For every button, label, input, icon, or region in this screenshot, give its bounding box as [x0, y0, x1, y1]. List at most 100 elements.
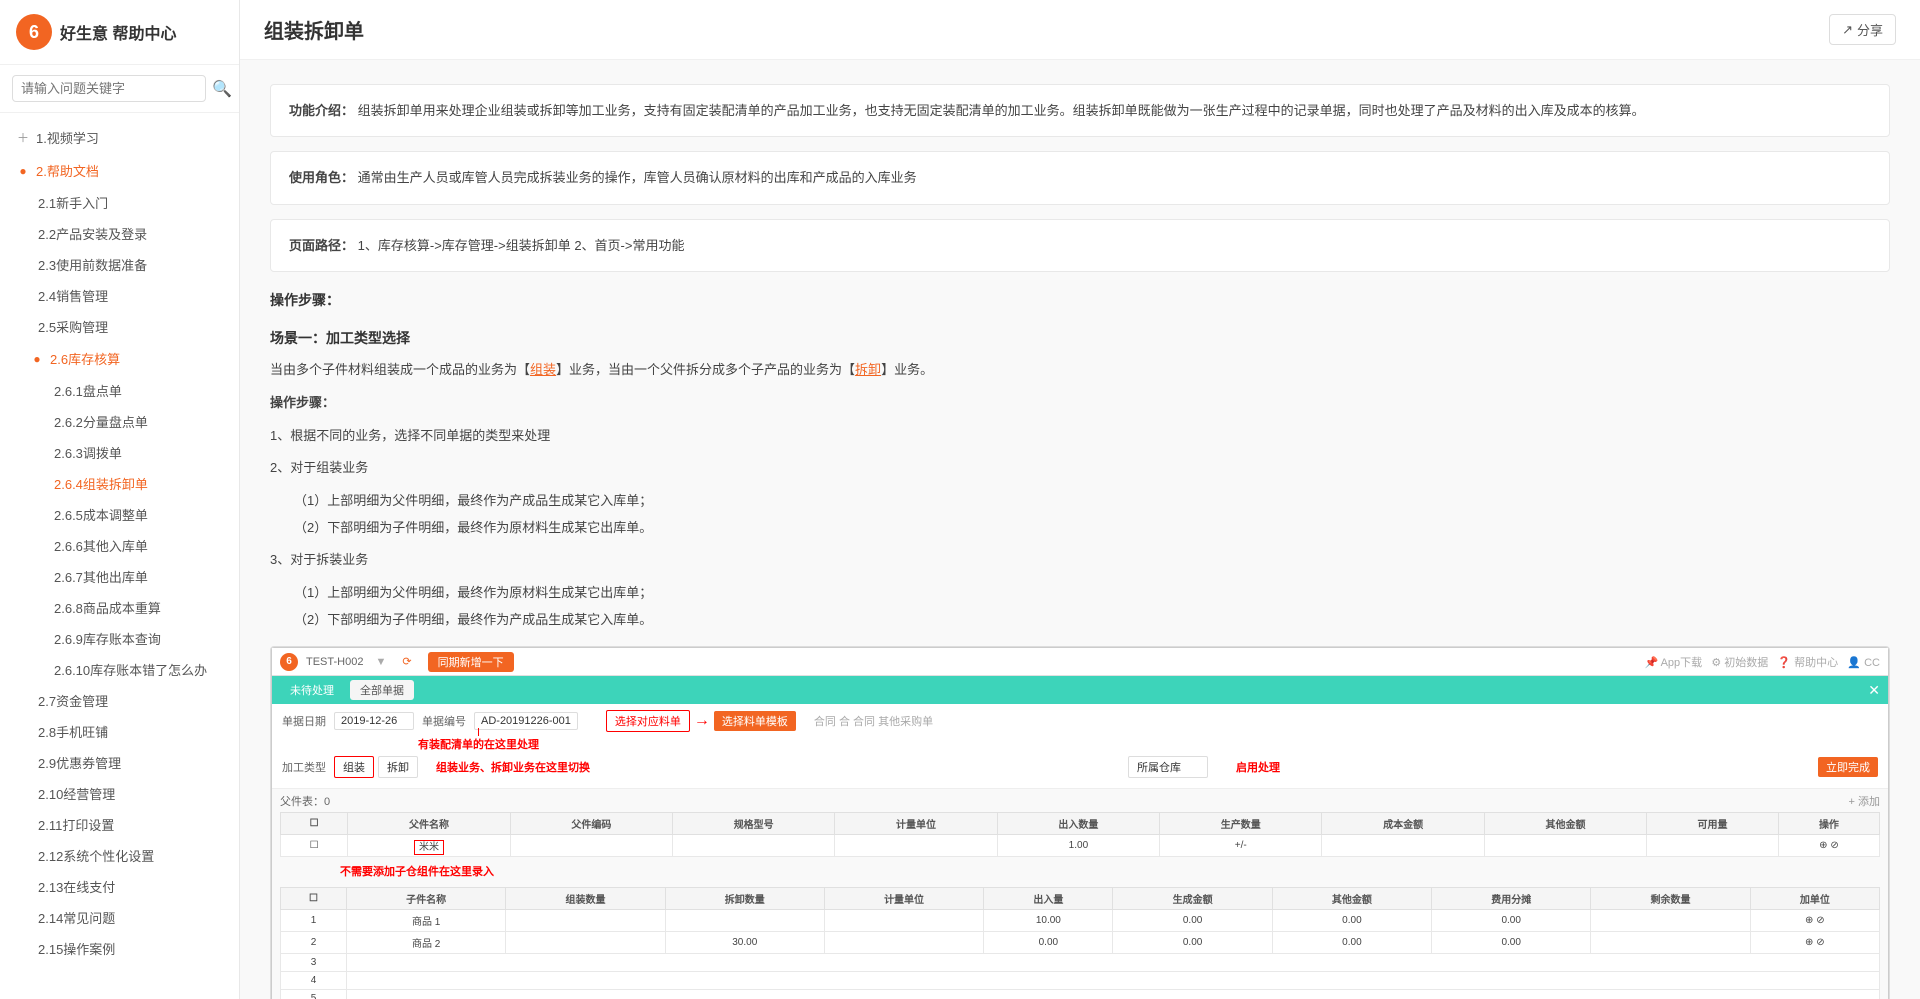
sidebar-item-mobile[interactable]: 2.8手机旺铺 — [0, 716, 239, 747]
sidebar-item-videos[interactable]: ＋ 1.视频学习 — [0, 121, 239, 154]
step2-sub1: （1）上部明细为父件明细，最终作为产成品生成某它入库单； — [294, 489, 1890, 514]
sidebar-item-transfer[interactable]: 2.6.3调拨单 — [0, 437, 239, 468]
path-label: 页面路径： — [289, 238, 354, 253]
app-refresh-icon: ⟳ — [402, 655, 411, 668]
annotation1-bubble: 选择对应料单 — [606, 710, 690, 732]
cell-check[interactable]: ☐ — [281, 835, 348, 857]
sidebar-item-inventory-query[interactable]: 2.6.9库存账本查询 — [0, 623, 239, 654]
cell-check-c5[interactable]: 5 — [281, 990, 347, 999]
cell-check-c2[interactable]: 2 — [281, 932, 347, 954]
col-assemble-qty: 组装数量 — [506, 888, 665, 910]
sidebar-item-cases[interactable]: 2.15操作案例 — [0, 933, 239, 964]
sidebar-item-install[interactable]: 2.2产品安装及登录 — [0, 218, 239, 249]
sidebar-item-print[interactable]: 2.11打印设置 — [0, 809, 239, 840]
link-disassemble[interactable]: 拆卸 — [855, 362, 881, 377]
cell-check-c1[interactable]: 1 — [281, 910, 347, 932]
col-alloc: 费用分摊 — [1432, 888, 1591, 910]
col-action-c: 加单位 — [1750, 888, 1879, 910]
cell-alloc1: 0.00 — [1432, 910, 1591, 932]
sidebar-item-partial-stocktake[interactable]: 2.6.2分量盘点单 — [0, 406, 239, 437]
role-label: 使用角色： — [289, 170, 354, 185]
confirm-btn[interactable]: 立即完成 — [1818, 757, 1878, 777]
scene-one-desc: 当由多个子件材料组装成一个成品的业务为【组装】业务，当由一个父件拆分成多个子产品… — [270, 358, 1890, 383]
col-check-c: ☐ — [281, 888, 347, 910]
link-assemble[interactable]: 组装 — [530, 362, 556, 377]
cell-name-box: 米米 — [414, 840, 444, 855]
cell-cost — [1322, 835, 1484, 857]
table-row: 1 商品 1 10.00 0.00 0.00 0.00 ⊕ ⊘ — [281, 910, 1880, 932]
sidebar-item-operations[interactable]: 2.10经营管理 — [0, 778, 239, 809]
annotation4-text: 不需要添加子仓组件在这里录入 — [340, 866, 494, 878]
sidebar-item-payment[interactable]: 2.13在线支付 — [0, 871, 239, 902]
search-area: 🔍 — [0, 65, 239, 113]
sidebar-item-inventory[interactable]: ● 2.6库存核算 — [0, 342, 239, 375]
sidebar-item-newbie[interactable]: 2.1新手入门 — [0, 187, 239, 218]
col-other: 其他金额 — [1484, 813, 1646, 835]
col-in-out: 出入量 — [984, 888, 1113, 910]
sidebar-item-other-in[interactable]: 2.6.6其他入库单 — [0, 530, 239, 561]
sidebar-item-finance[interactable]: 2.7资金管理 — [0, 685, 239, 716]
close-icon[interactable]: ✕ — [1868, 682, 1880, 699]
nav-tree: ＋ 1.视频学习 ● 2.帮助文档 2.1新手入门 2.2产品安装及登录 2.3… — [0, 113, 239, 999]
sidebar-item-stocktake[interactable]: 2.6.1盘点单 — [0, 375, 239, 406]
scene-one-title: 场景一：加工类型选择 — [270, 328, 1890, 348]
share-icon: ↗ — [1842, 22, 1853, 38]
warehouse-field[interactable]: 所属仓库 — [1128, 756, 1208, 778]
path-block: 页面路径： 1、库存核算->库存管理->组装拆卸单 2、首页->常用功能 — [270, 219, 1890, 272]
feature-intro-text: 组装拆卸单用来处理企业组装或拆卸等加工业务，支持有固定装配清单的产品加工业务，也… — [358, 103, 1645, 118]
annotation2-text: 组装业务、拆卸业务在这里切换 — [436, 759, 590, 775]
share-button[interactable]: ↗ 分享 — [1829, 14, 1896, 45]
ops-steps-label: 操作步骤： — [270, 391, 1890, 416]
cell-ops: ⊕ ⊘ — [1778, 835, 1879, 857]
no-field[interactable]: AD-20191226-001 — [474, 712, 578, 730]
select-template-btn[interactable]: 选择料单模板 — [714, 711, 796, 731]
cell-in-out2: 0.00 — [984, 932, 1113, 954]
sidebar-item-sales[interactable]: 2.4销售管理 — [0, 280, 239, 311]
path-text: 1、库存核算->库存管理->组装拆卸单 2、首页->常用功能 — [358, 238, 685, 253]
expand-icon: ＋ — [16, 131, 30, 145]
col-cost: 成本金额 — [1322, 813, 1484, 835]
date-field[interactable]: 2019-12-26 — [334, 712, 414, 730]
type-assemble[interactable]: 组装 — [334, 756, 374, 778]
app-screenshot: 6 TEST-H002 ▼ ⟳ 同期新增一下 📌 App下载 ⚙ 初始数据 ❓ … — [271, 647, 1889, 999]
search-input[interactable] — [12, 75, 206, 102]
cell-empty4 — [347, 972, 1880, 990]
step2-sub2: （2）下部明细为子件明细，最终作为原材料生成某它出库单。 — [294, 516, 1890, 541]
app-new-order-btn[interactable]: 同期新增一下 — [428, 652, 514, 672]
step3-text: 3、对于拆装业务 — [270, 548, 1890, 573]
app-action-icons: 合同 合 合同 其他采购单 — [814, 713, 933, 729]
sidebar-item-personalize[interactable]: 2.12系统个性化设置 — [0, 840, 239, 871]
cell-check-c3[interactable]: 3 — [281, 954, 347, 972]
sidebar-item-other-out[interactable]: 2.6.7其他出库单 — [0, 561, 239, 592]
sidebar-item-data-prep[interactable]: 2.3使用前数据准备 — [0, 249, 239, 280]
feature-intro-label: 功能介绍： — [289, 103, 354, 118]
collapse-icon: ● — [16, 164, 30, 178]
col-rem: 剩余数量 — [1591, 888, 1750, 910]
sidebar-item-purchase[interactable]: 2.5采购管理 — [0, 311, 239, 342]
main-content: 组装拆卸单 ↗ 分享 功能介绍： 组装拆卸单用来处理企业组装或拆卸等加工业务，支… — [240, 0, 1920, 999]
step3-sub1: （1）上部明细为父件明细，最终作为原材料生成某它出库单； — [294, 581, 1890, 606]
add-icon[interactable]: + 添加 — [1849, 793, 1880, 809]
parent-table-label: 父件表：0 — [280, 793, 330, 809]
sidebar-item-inventory-fix[interactable]: 2.6.10库存账本错了怎么办 — [0, 654, 239, 685]
search-button[interactable]: 🔍 — [212, 79, 232, 99]
cell-gen-amt2: 0.00 — [1113, 932, 1272, 954]
app-titlebar: 6 TEST-H002 ▼ ⟳ 同期新增一下 📌 App下载 ⚙ 初始数据 ❓ … — [272, 648, 1888, 676]
app-tab-new[interactable]: 未待处理 — [280, 680, 344, 700]
sidebar-item-cost-adjust[interactable]: 2.6.5成本调整单 — [0, 499, 239, 530]
cell-check-c4[interactable]: 4 — [281, 972, 347, 990]
app-tab-all[interactable]: 全部单据 — [350, 680, 414, 700]
col-qty-in: 出入数量 — [997, 813, 1159, 835]
type-disassemble[interactable]: 拆卸 — [378, 756, 418, 778]
sidebar-item-cost-recalc[interactable]: 2.6.8商品成本重算 — [0, 592, 239, 623]
sidebar-item-helpdoc[interactable]: ● 2.帮助文档 — [0, 154, 239, 187]
col-parent-code: 父件编码 — [510, 813, 672, 835]
ops-title: 操作步骤： — [270, 290, 1890, 310]
col-check: ☐ — [281, 813, 348, 835]
cell-unit-c1 — [824, 910, 983, 932]
cell-other-amt1: 0.00 — [1272, 910, 1431, 932]
sidebar-item-faq[interactable]: 2.14常见问题 — [0, 902, 239, 933]
app-dropdown: ▼ — [375, 656, 386, 668]
sidebar-item-coupon[interactable]: 2.9优惠券管理 — [0, 747, 239, 778]
sidebar-item-assemble[interactable]: 2.6.4组装拆卸单 — [0, 468, 239, 499]
